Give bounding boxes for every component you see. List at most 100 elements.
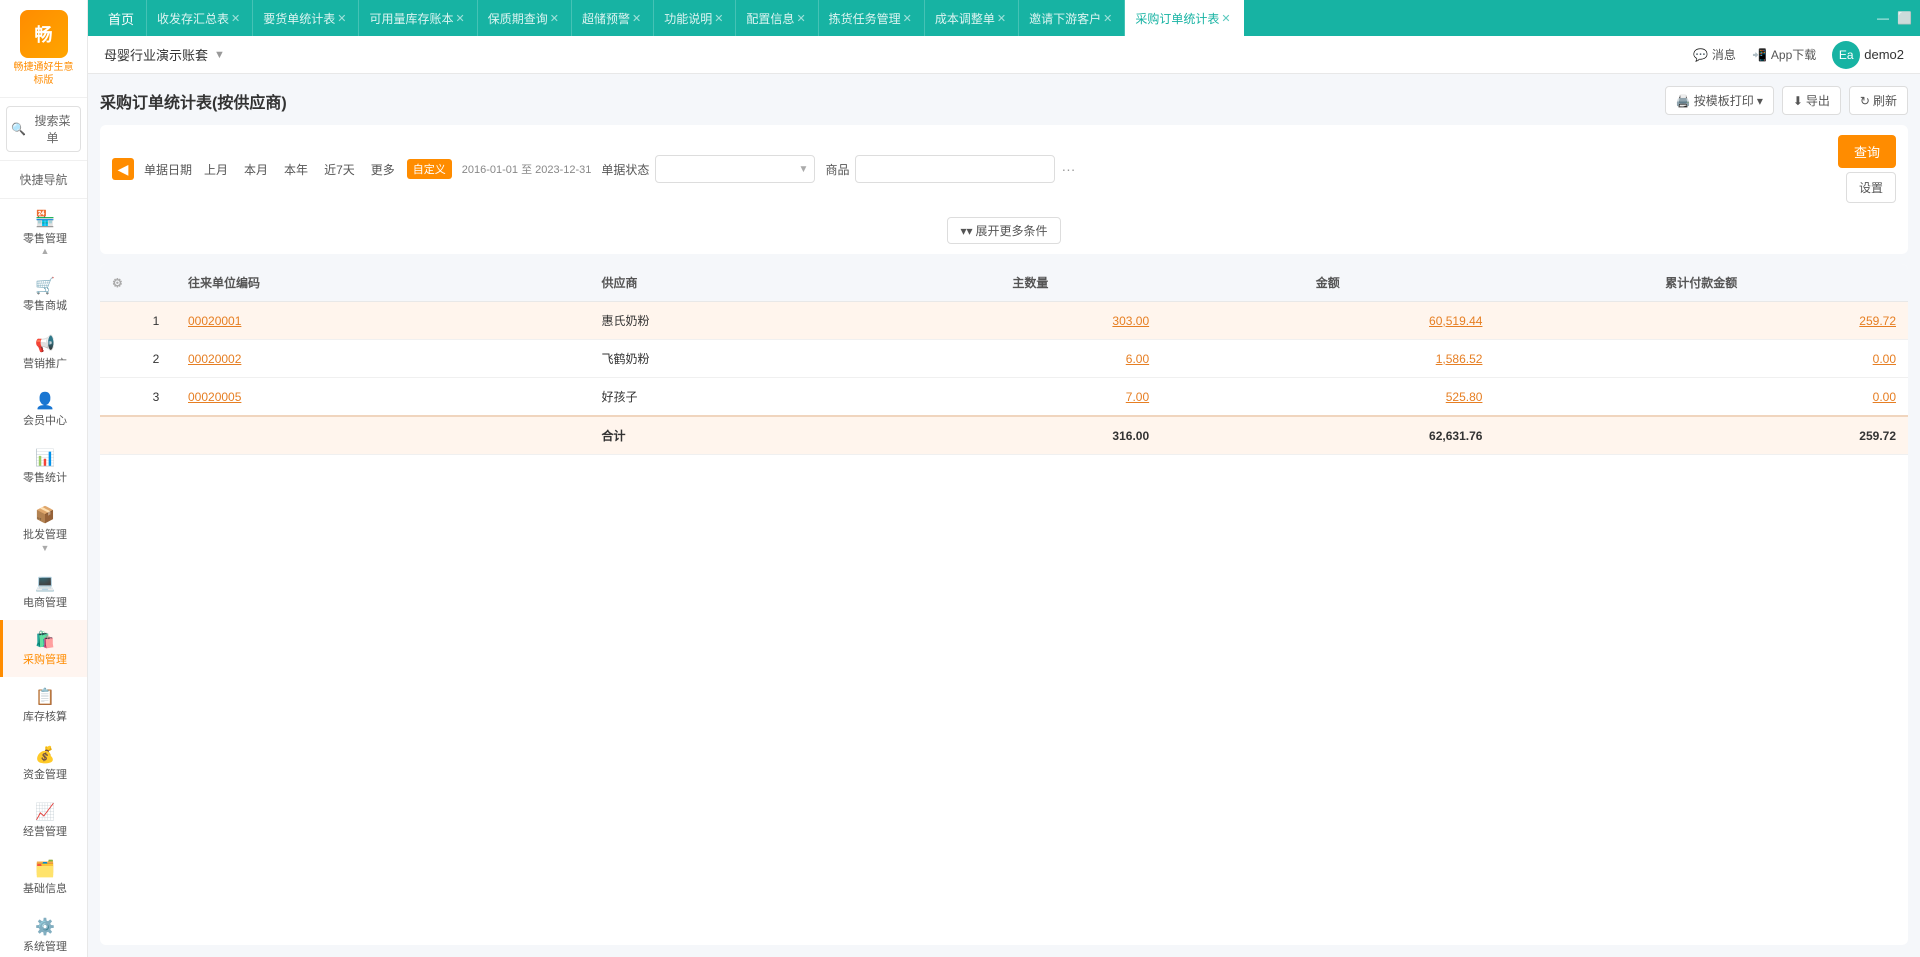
logo-text: 畅捷通好生意 标版 (14, 61, 74, 87)
tab-config[interactable]: 配置信息 ✕ (736, 0, 818, 36)
page-header: 采购订单统计表(按供应商) 🖨️ 按模板打印 ▾ ⬇ 导出 ↻ 刷新 (100, 86, 1908, 115)
row2-amount-link[interactable]: 1,586.52 (1436, 352, 1483, 366)
row2-supplier-code-link[interactable]: 00020002 (188, 352, 241, 366)
maximize-button[interactable]: ⬜ (1897, 11, 1912, 25)
row2-index: 2 (136, 340, 176, 378)
tab-cost-adjust[interactable]: 成本调整单 ✕ (925, 0, 1019, 36)
app-download-action[interactable]: 📲 App下载 (1752, 46, 1816, 63)
row3-qty-link[interactable]: 7.00 (1126, 390, 1149, 404)
date-shortcut-more[interactable]: 更多 (365, 159, 401, 180)
sidebar-item-system[interactable]: ⚙️ 系统管理 (0, 907, 87, 957)
sidebar-item-finance[interactable]: 💰 资金管理 (0, 735, 87, 792)
tab-available-inventory[interactable]: 可用量库存账本 ✕ (359, 0, 477, 36)
date-custom-badge[interactable]: 自定义 (407, 159, 452, 179)
expand-icon: ▾▾ (960, 224, 972, 238)
row2-paid-link[interactable]: 0.00 (1873, 352, 1896, 366)
tab-close-config[interactable]: ✕ (794, 12, 807, 25)
date-shortcut-last-month[interactable]: 上月 (198, 159, 234, 180)
row1-main-qty: 303.00 (900, 302, 1161, 340)
tab-receive-summary[interactable]: 收发存汇总表 ✕ (147, 0, 253, 36)
row3-supplier-code-link[interactable]: 00020005 (188, 390, 241, 404)
tab-purchase-order-stats[interactable]: 采购订单统计表 ✕ (1125, 0, 1243, 36)
date-shortcut-this-month[interactable]: 本月 (238, 159, 274, 180)
member-icon: 👤 (35, 391, 55, 411)
row2-supplier-code: 00020002 (176, 340, 590, 378)
data-table: ⚙ 往来单位编码 供应商 主数量 金额 累计付款金额 1 (100, 264, 1908, 455)
table-row: 3 00020005 好孩子 7.00 525.80 0.00 (100, 378, 1908, 417)
search-menu-button[interactable]: 🔍 搜索菜单 (6, 106, 81, 152)
template-print-button[interactable]: 🖨️ 按模板打印 ▾ (1665, 86, 1774, 115)
sidebar-item-retail-management[interactable]: 🏪 零售管理 ▲ (0, 199, 87, 266)
row2-settings (100, 340, 136, 378)
row1-supplier-name: 惠氏奶粉 (590, 302, 900, 340)
minimize-button[interactable]: — (1877, 11, 1889, 25)
date-shortcut-this-year[interactable]: 本年 (278, 159, 314, 180)
date-shortcuts: 上月 本月 本年 近7天 更多 (198, 159, 401, 180)
row1-paid-link[interactable]: 259.72 (1859, 314, 1896, 328)
date-range-group: 2016-01-01 至 2023-12-31 (462, 161, 592, 177)
footer-amount: 62,631.76 (1161, 416, 1494, 455)
sidebar-item-retail-mall[interactable]: 🛒 零售商城 (0, 266, 87, 323)
settings-button[interactable]: 设置 (1846, 172, 1896, 203)
row2-qty-link[interactable]: 6.00 (1126, 352, 1149, 366)
refresh-button[interactable]: ↻ 刷新 (1849, 86, 1908, 115)
message-icon: 💬 (1693, 48, 1708, 62)
workspace-selector[interactable]: 母婴行业演示账套 ▼ (104, 45, 225, 64)
sidebar: 畅 畅捷通好生意 标版 🔍 搜索菜单 快捷导航 🏪 零售管理 ▲ 🛒 零售商城 … (0, 0, 88, 957)
tab-home[interactable]: 首页 (96, 0, 147, 36)
row3-paid-link[interactable]: 0.00 (1873, 390, 1896, 404)
tab-close-receive-summary[interactable]: ✕ (229, 12, 242, 25)
row3-amount-link[interactable]: 525.80 (1446, 390, 1483, 404)
sidebar-item-marketing[interactable]: 📢 营销推广 (0, 324, 87, 381)
query-button[interactable]: 查询 (1838, 135, 1896, 168)
tab-shelf-life[interactable]: 保质期查询 ✕ (478, 0, 572, 36)
tab-overstock[interactable]: 超储预警 ✕ (572, 0, 654, 36)
tab-close-overstock[interactable]: ✕ (630, 12, 643, 25)
tab-close-available-inventory[interactable]: ✕ (454, 12, 467, 25)
user-profile-action[interactable]: Ea demo2 (1832, 41, 1904, 69)
row1-amount: 60,519.44 (1161, 302, 1494, 340)
filter-collapse-button[interactable]: ◀ (112, 158, 134, 180)
row1-amount-link[interactable]: 60,519.44 (1429, 314, 1482, 328)
sidebar-item-ecommerce[interactable]: 💻 电商管理 (0, 563, 87, 620)
tab-close-function-desc[interactable]: ✕ (712, 12, 725, 25)
page-content: 采购订单统计表(按供应商) 🖨️ 按模板打印 ▾ ⬇ 导出 ↻ 刷新 (88, 74, 1920, 957)
sidebar-item-member[interactable]: 👤 会员中心 (0, 381, 87, 438)
row3-supplier-name: 好孩子 (590, 378, 900, 417)
page-actions: 🖨️ 按模板打印 ▾ ⬇ 导出 ↻ 刷新 (1665, 86, 1908, 115)
status-select[interactable]: 全部 待审核 已审核 (655, 155, 815, 183)
sidebar-item-operations[interactable]: 📈 经营管理 (0, 792, 87, 849)
system-icon: ⚙️ (35, 917, 55, 937)
date-shortcut-7days[interactable]: 近7天 (318, 159, 361, 180)
sidebar-item-basic-info[interactable]: 🗂️ 基础信息 (0, 849, 87, 906)
sidebar-item-purchase[interactable]: 🛍️ 采购管理 (0, 620, 87, 677)
tab-invite-downstream[interactable]: 邀请下游客户 ✕ (1019, 0, 1125, 36)
marketing-icon: 📢 (35, 334, 55, 354)
goods-more-icon[interactable]: ··· (1061, 161, 1075, 177)
tab-close-shelf-life[interactable]: ✕ (548, 12, 561, 25)
row1-index: 1 (136, 302, 176, 340)
printer-icon: 🖨️ (1676, 94, 1691, 108)
tab-close-cost-adjust[interactable]: ✕ (995, 12, 1008, 25)
tab-close-invite-downstream[interactable]: ✕ (1101, 12, 1114, 25)
tab-purchase-stats[interactable]: 要货单统计表 ✕ (253, 0, 359, 36)
export-button[interactable]: ⬇ 导出 (1782, 86, 1841, 115)
shortcut-nav-button[interactable]: 快捷导航 (4, 167, 83, 192)
tab-pick-task[interactable]: 拣货任务管理 ✕ (819, 0, 925, 36)
goods-search-input[interactable] (855, 155, 1055, 183)
row3-supplier-code: 00020005 (176, 378, 590, 417)
tab-close-pick-task[interactable]: ✕ (901, 12, 914, 25)
tab-close-purchase-order-stats[interactable]: ✕ (1219, 12, 1232, 25)
row1-supplier-code-link[interactable]: 00020001 (188, 314, 241, 328)
sidebar-item-inventory[interactable]: 📋 库存核算 (0, 677, 87, 734)
col-settings-icon[interactable]: ⚙ (112, 276, 123, 290)
sidebar-item-retail-stats[interactable]: 📊 零售统计 (0, 438, 87, 495)
tab-function-desc[interactable]: 功能说明 ✕ (654, 0, 736, 36)
app-download-icon: 📲 (1752, 48, 1767, 62)
row1-qty-link[interactable]: 303.00 (1112, 314, 1149, 328)
col-amount-header: 金额 (1161, 264, 1494, 302)
expand-more-button[interactable]: ▾▾ 展开更多条件 (947, 217, 1060, 244)
sidebar-item-wholesale[interactable]: 📦 批发管理 ▼ (0, 495, 87, 562)
message-action[interactable]: 💬 消息 (1693, 46, 1736, 63)
tab-close-purchase-stats[interactable]: ✕ (335, 12, 348, 25)
